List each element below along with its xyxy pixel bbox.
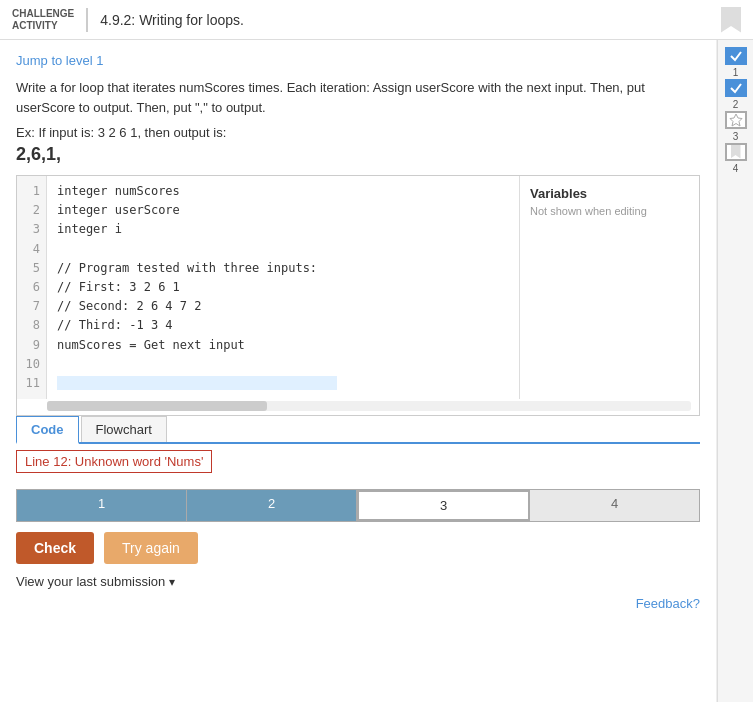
test-case-2[interactable]: 2: [187, 490, 357, 521]
description-text: Write a for loop that iterates numScores…: [16, 78, 700, 117]
test-case-3[interactable]: 3: [357, 490, 530, 521]
error-message: Line 12: Unknown word 'Nums': [16, 450, 212, 473]
sidebar-level-2[interactable]: 2: [724, 80, 748, 108]
line-numbers: 1 2 3 4 5 6 7 8 9 10 11: [17, 176, 47, 399]
test-case-1[interactable]: 1: [17, 490, 187, 521]
tab-flowchart[interactable]: Flowchart: [81, 416, 167, 442]
editor-tabs: Code Flowchart: [16, 416, 700, 444]
level-4-icon: [725, 143, 747, 161]
sidebar: 1 2 3 4: [717, 40, 753, 702]
test-cases-bar: 1 2 3 4: [16, 489, 700, 522]
check-button[interactable]: Check: [16, 532, 94, 564]
action-buttons: Check Try again: [16, 532, 700, 564]
code-text-area[interactable]: integer numScores integer userScore inte…: [47, 176, 519, 399]
tab-code[interactable]: Code: [16, 416, 79, 444]
sidebar-level-3[interactable]: 3: [724, 112, 748, 140]
svg-marker-0: [730, 114, 742, 126]
test-case-4[interactable]: 4: [530, 490, 699, 521]
content-area: Jump to level 1 Write a for loop that it…: [0, 40, 717, 702]
code-editor: 1 2 3 4 5 6 7 8 9 10 11 integer numScore…: [16, 175, 700, 416]
example-label: Ex: If input is: 3 2 6 1, then output is…: [16, 125, 700, 140]
jump-to-level-link[interactable]: Jump to level 1: [16, 53, 103, 68]
level-1-icon: [725, 47, 747, 65]
variables-subtitle: Not shown when editing: [530, 205, 689, 217]
main-container: Jump to level 1 Write a for loop that it…: [0, 40, 753, 702]
challenge-title: 4.9.2: Writing for loops.: [100, 12, 244, 28]
sidebar-level-4[interactable]: 4: [724, 144, 748, 172]
challenge-label: CHALLENGE ACTIVITY: [12, 8, 88, 32]
sidebar-level-1[interactable]: 1: [724, 48, 748, 76]
try-again-button[interactable]: Try again: [104, 532, 198, 564]
variables-title: Variables: [530, 186, 689, 201]
chevron-down-icon: ▾: [169, 575, 175, 589]
level-2-icon: [725, 79, 747, 97]
variables-panel: Variables Not shown when editing: [519, 176, 699, 399]
feedback-link[interactable]: Feedback?: [636, 596, 700, 611]
level-3-icon: [725, 111, 747, 129]
feedback-link-container: Feedback?: [16, 595, 700, 611]
header: CHALLENGE ACTIVITY 4.9.2: Writing for lo…: [0, 0, 753, 40]
view-submission[interactable]: View your last submission ▾: [16, 574, 700, 589]
output-display: 2,6,1,: [16, 144, 700, 165]
bookmark-icon[interactable]: [721, 7, 741, 33]
